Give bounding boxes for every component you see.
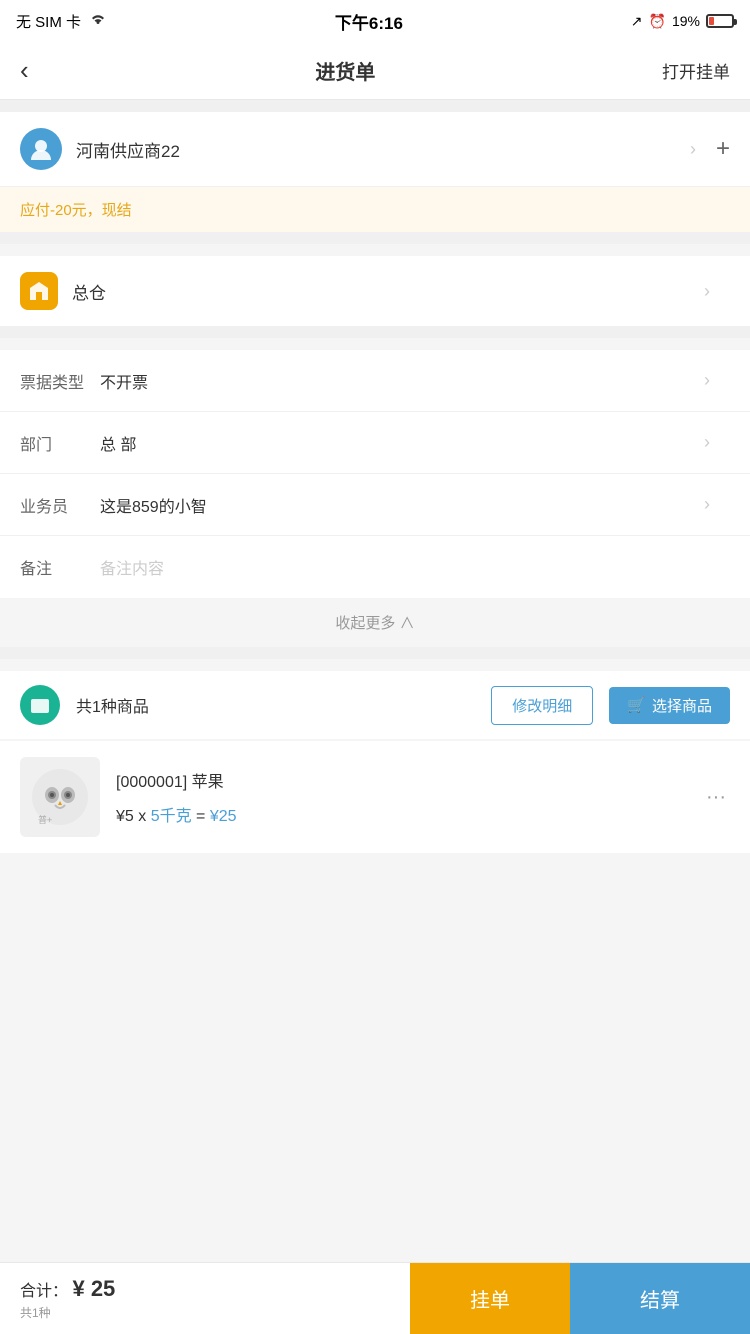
invoice-value: 不开票 — [100, 369, 704, 393]
sales-row[interactable]: 业务员 这是859的小智 › — [0, 474, 750, 536]
gap4 — [0, 647, 750, 659]
warehouse-icon — [20, 272, 58, 310]
product-item: 普+ [0000001] 苹果 ¥5 x 5千克 = ¥25 ··· — [0, 741, 750, 853]
product-thumbnail: 普+ — [20, 757, 100, 837]
supplier-section: 河南供应商22 › + 应付-20元，现结 — [0, 112, 750, 232]
checkout-button[interactable]: 结算 — [570, 1263, 750, 1334]
product-info: [0000001] 苹果 ¥5 x 5千克 = ¥25 — [116, 768, 686, 826]
equals-sign: = — [192, 808, 210, 825]
product-name: [0000001] 苹果 — [116, 768, 686, 792]
collapse-button[interactable]: 收起更多 ∧ — [0, 598, 750, 647]
product-count-label: 共1种商品 — [76, 693, 475, 717]
invoice-chevron-icon: › — [704, 370, 710, 391]
nav-bar: ‹ 进货单 打开挂单 — [0, 42, 750, 100]
battery-percent: 19% — [672, 13, 700, 29]
sales-value: 这是859的小智 — [100, 493, 704, 517]
hang-button[interactable]: 挂单 — [410, 1263, 570, 1334]
back-button[interactable]: ‹ — [20, 55, 29, 86]
product-total: ¥25 — [210, 808, 237, 825]
select-label: 选择商品 — [652, 695, 712, 716]
remark-input[interactable]: 备注内容 — [100, 555, 730, 579]
supplier-name: 河南供应商22 — [76, 137, 690, 162]
more-button[interactable]: ··· — [702, 782, 730, 813]
carrier-label: 无 SIM 卡 — [16, 11, 81, 32]
battery-icon — [706, 14, 734, 28]
wifi-icon — [89, 12, 107, 30]
bottom-bar: 合计： ¥ 25 共1种 挂单 结算 — [0, 1262, 750, 1334]
dept-row[interactable]: 部门 总 部 › — [0, 412, 750, 474]
warehouse-section: 总仓 › — [0, 256, 750, 326]
status-bar: 无 SIM 卡 下午6:16 ↗ ⏰ 19% — [0, 0, 750, 42]
supplier-avatar — [20, 128, 62, 170]
supplier-row[interactable]: 河南供应商22 › + — [0, 112, 750, 187]
total-amount: ¥ 25 — [72, 1276, 115, 1301]
chevron-right-icon: › — [690, 139, 696, 160]
total-row: 合计： ¥ 25 — [20, 1276, 390, 1302]
status-left: 无 SIM 卡 — [16, 11, 107, 32]
add-button[interactable]: + — [716, 135, 730, 163]
svg-text:普+: 普+ — [38, 814, 52, 825]
gap2 — [0, 232, 750, 244]
sales-chevron-icon: › — [704, 494, 710, 515]
invoice-row[interactable]: 票据类型 不开票 › — [0, 350, 750, 412]
modify-detail-button[interactable]: 修改明细 — [491, 686, 593, 725]
dept-label: 部门 — [20, 431, 100, 455]
sales-label: 业务员 — [20, 493, 100, 517]
status-right: ↗ ⏰ 19% — [631, 13, 734, 30]
warehouse-name: 总仓 — [72, 279, 704, 304]
select-product-button[interactable]: 🛒 选择商品 — [609, 687, 730, 724]
total-label: 合计： — [20, 1283, 68, 1300]
form-section: 票据类型 不开票 › 部门 总 部 › 业务员 这是859的小智 › 备注 备注… — [0, 350, 750, 598]
dept-value: 总 部 — [100, 431, 704, 455]
product-header: 共1种商品 修改明细 🛒 选择商品 — [0, 671, 750, 739]
warehouse-chevron-icon: › — [704, 281, 710, 302]
total-sub: 共1种 — [20, 1304, 390, 1321]
product-qty: 5千克 — [151, 808, 192, 825]
select-icon: 🛒 — [627, 696, 646, 714]
status-time: 下午6:16 — [335, 9, 403, 34]
invoice-label: 票据类型 — [20, 369, 100, 393]
total-section: 合计： ¥ 25 共1种 — [0, 1263, 410, 1334]
bottom-spacer — [0, 853, 750, 933]
product-icon — [20, 685, 60, 725]
warehouse-row[interactable]: 总仓 › — [0, 256, 750, 326]
collapse-label: 收起更多 ∧ — [335, 612, 414, 633]
location-icon: ↗ — [631, 13, 643, 30]
gap1 — [0, 100, 750, 112]
gap3 — [0, 326, 750, 338]
alarm-icon: ⏰ — [649, 13, 666, 30]
supplier-notice: 应付-20元，现结 — [0, 187, 750, 232]
open-hang-button[interactable]: 打开挂单 — [662, 58, 730, 83]
remark-row[interactable]: 备注 备注内容 — [0, 536, 750, 598]
product-code: [0000001] — [116, 774, 192, 791]
page-title: 进货单 — [315, 56, 375, 85]
dept-chevron-icon: › — [704, 432, 710, 453]
product-price-row: ¥5 x 5千克 = ¥25 — [116, 802, 686, 826]
product-unit-price: ¥5 x — [116, 808, 151, 825]
remark-label: 备注 — [20, 555, 100, 579]
